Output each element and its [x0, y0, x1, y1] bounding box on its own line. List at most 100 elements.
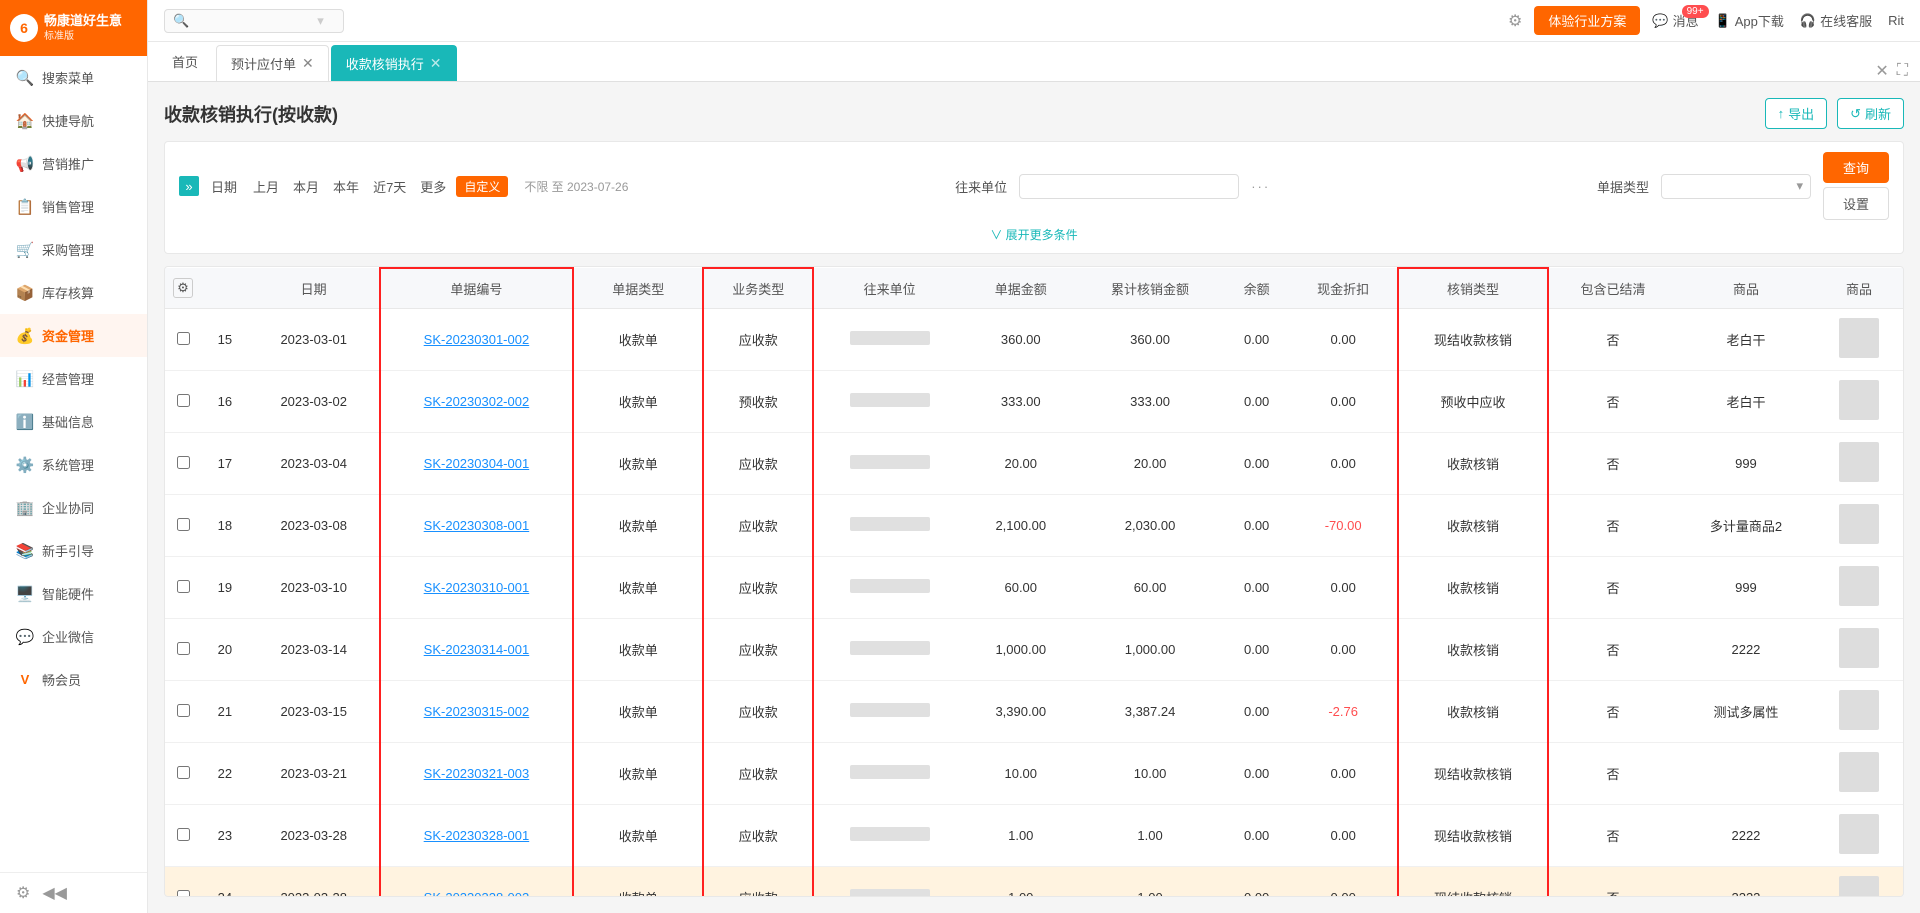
app-download-button[interactable]: 📱 App下载 [1715, 11, 1784, 30]
table-row[interactable]: 17 2023-03-04 SK-20230304-001 收款单 应收款 20… [165, 433, 1903, 495]
refresh-button[interactable]: ↺ 刷新 [1837, 98, 1904, 129]
query-button[interactable]: 查询 [1823, 152, 1889, 183]
table-settings-icon[interactable]: ⚙ [173, 278, 193, 298]
doc-no-link[interactable]: SK-20230302-002 [424, 394, 530, 409]
sidebar-item-stock[interactable]: 📦 库存核算 [0, 271, 147, 314]
sidebar-item-search[interactable]: 🔍 搜索菜单 [0, 56, 147, 99]
date-btn-this-month[interactable]: 本月 [289, 175, 323, 198]
message-button[interactable]: 💬 消息 99+ [1652, 11, 1698, 30]
cell-product: 2222 [1677, 619, 1815, 681]
tab-prepay[interactable]: 预计应付单 ✕ [216, 45, 329, 81]
online-service-button[interactable]: 🎧 在线客服 [1800, 11, 1872, 30]
tab-close-all-icon[interactable]: ✕ [1875, 61, 1888, 81]
sidebar-item-quicknav[interactable]: 🏠 快捷导航 [0, 99, 147, 142]
row-checkbox[interactable] [177, 394, 190, 407]
table-row[interactable]: 24 2023-03-28 SK-20230328-002 收款单 应收款 1.… [165, 867, 1903, 898]
sidebar-collapse-icon[interactable]: ◀◀ [42, 883, 67, 903]
sidebar-item-corp[interactable]: 🏢 企业协同 [0, 486, 147, 529]
filter-settings-button[interactable]: 设置 [1823, 187, 1889, 220]
date-btn-last-month[interactable]: 上月 [249, 175, 283, 198]
tab-fullscreen-icon[interactable]: ⛶ [1897, 62, 1908, 80]
sidebar-item-finance[interactable]: 💰 资金管理 [0, 314, 147, 357]
cell-checkbox[interactable] [165, 681, 201, 743]
doc-no-link[interactable]: SK-20230310-001 [424, 580, 530, 595]
doc-no-link[interactable]: SK-20230315-002 [424, 704, 530, 719]
cell-checkbox[interactable] [165, 371, 201, 433]
table-row[interactable]: 16 2023-03-02 SK-20230302-002 收款单 预收款 33… [165, 371, 1903, 433]
doc-no-link[interactable]: SK-20230314-001 [424, 642, 530, 657]
doc-no-link[interactable]: SK-20230308-001 [424, 518, 530, 533]
cell-date: 2023-03-08 [249, 495, 380, 557]
doc-no-link[interactable]: SK-20230328-002 [424, 890, 530, 897]
sidebar-item-guide[interactable]: 📚 新手引导 [0, 529, 147, 572]
cell-include-settled: 否 [1548, 433, 1677, 495]
col-header-discount: 现金折扣 [1290, 268, 1398, 309]
cell-checkbox[interactable] [165, 805, 201, 867]
doc-no-link[interactable]: SK-20230328-001 [424, 828, 530, 843]
filter-expand-button[interactable]: » [179, 176, 199, 196]
wechat-icon: 💬 [16, 628, 34, 646]
row-checkbox[interactable] [177, 332, 190, 345]
row-checkbox[interactable] [177, 890, 190, 898]
sidebar-item-hardware[interactable]: 🖥️ 智能硬件 [0, 572, 147, 615]
header-settings-icon[interactable]: ⚙ [1508, 11, 1522, 31]
search-box[interactable]: 🔍 ▾ [164, 9, 344, 33]
sidebar-item-member[interactable]: V 畅会员 [0, 658, 147, 701]
guide-icon: 📚 [16, 542, 34, 560]
tab-collection[interactable]: 收款核销执行 ✕ [331, 45, 457, 81]
sidebar-item-basic[interactable]: ℹ️ 基础信息 [0, 400, 147, 443]
sidebar-item-operations[interactable]: 📊 经营管理 [0, 357, 147, 400]
sidebar-item-purchase[interactable]: 🛒 采购管理 [0, 228, 147, 271]
export-button[interactable]: ↑ 导出 [1765, 98, 1828, 129]
cell-checkbox[interactable] [165, 495, 201, 557]
row-checkbox[interactable] [177, 580, 190, 593]
cell-checkbox[interactable] [165, 309, 201, 371]
cell-checkbox[interactable] [165, 619, 201, 681]
table-row[interactable]: 21 2023-03-15 SK-20230315-002 收款单 应收款 3,… [165, 681, 1903, 743]
cell-product2 [1815, 309, 1903, 371]
row-checkbox[interactable] [177, 518, 190, 531]
table-row[interactable]: 19 2023-03-10 SK-20230310-001 收款单 应收款 60… [165, 557, 1903, 619]
doc-no-link[interactable]: SK-20230301-002 [424, 332, 530, 347]
cell-date: 2023-03-15 [249, 681, 380, 743]
cell-checkbox[interactable] [165, 743, 201, 805]
sidebar-item-sales[interactable]: 📋 销售管理 [0, 185, 147, 228]
cell-checkbox[interactable] [165, 867, 201, 898]
app-label: App下载 [1735, 11, 1784, 30]
table-row[interactable]: 20 2023-03-14 SK-20230314-001 收款单 应收款 1,… [165, 619, 1903, 681]
doc-no-link[interactable]: SK-20230321-003 [424, 766, 530, 781]
type-filter-select[interactable] [1661, 174, 1811, 199]
table-row[interactable]: 15 2023-03-01 SK-20230301-002 收款单 应收款 36… [165, 309, 1903, 371]
filter-expand-more-link[interactable]: ∨ 展开更多条件 [990, 226, 1077, 243]
table-row[interactable]: 22 2023-03-21 SK-20230321-003 收款单 应收款 10… [165, 743, 1903, 805]
tab-collection-close-icon[interactable]: ✕ [430, 55, 442, 72]
tab-prepay-close-icon[interactable]: ✕ [302, 55, 314, 72]
solution-button[interactable]: 体验行业方案 [1534, 6, 1640, 35]
tab-prepay-label: 预计应付单 [231, 54, 296, 73]
row-checkbox[interactable] [177, 642, 190, 655]
sidebar-settings-icon[interactable]: ⚙ [16, 883, 30, 903]
table-row[interactable]: 18 2023-03-08 SK-20230308-001 收款单 应收款 2,… [165, 495, 1903, 557]
cell-write-off: 333.00 [1076, 371, 1223, 433]
sidebar-item-wechat[interactable]: 💬 企业微信 [0, 615, 147, 658]
sidebar-item-system[interactable]: ⚙️ 系统管理 [0, 443, 147, 486]
doc-no-link[interactable]: SK-20230304-001 [424, 456, 530, 471]
row-checkbox[interactable] [177, 456, 190, 469]
tab-home[interactable]: 首页 [156, 44, 214, 81]
table-row[interactable]: 23 2023-03-28 SK-20230328-001 收款单 应收款 1.… [165, 805, 1903, 867]
user-profile[interactable]: Rit [1888, 13, 1904, 28]
row-checkbox[interactable] [177, 704, 190, 717]
date-btn-7days[interactable]: 近7天 [369, 175, 410, 198]
row-checkbox[interactable] [177, 766, 190, 779]
date-btn-more[interactable]: 更多 [416, 175, 450, 198]
row-checkbox[interactable] [177, 828, 190, 841]
date-btn-custom[interactable]: 自定义 [456, 176, 508, 197]
cell-checkbox[interactable] [165, 433, 201, 495]
col-header-settings[interactable]: ⚙ [165, 268, 201, 309]
sidebar-item-marketing[interactable]: 📢 营销推广 [0, 142, 147, 185]
unit-filter-input[interactable] [1019, 174, 1239, 199]
cell-seq: 23 [201, 805, 249, 867]
search-input[interactable] [193, 14, 313, 28]
date-btn-this-year[interactable]: 本年 [329, 175, 363, 198]
cell-checkbox[interactable] [165, 557, 201, 619]
